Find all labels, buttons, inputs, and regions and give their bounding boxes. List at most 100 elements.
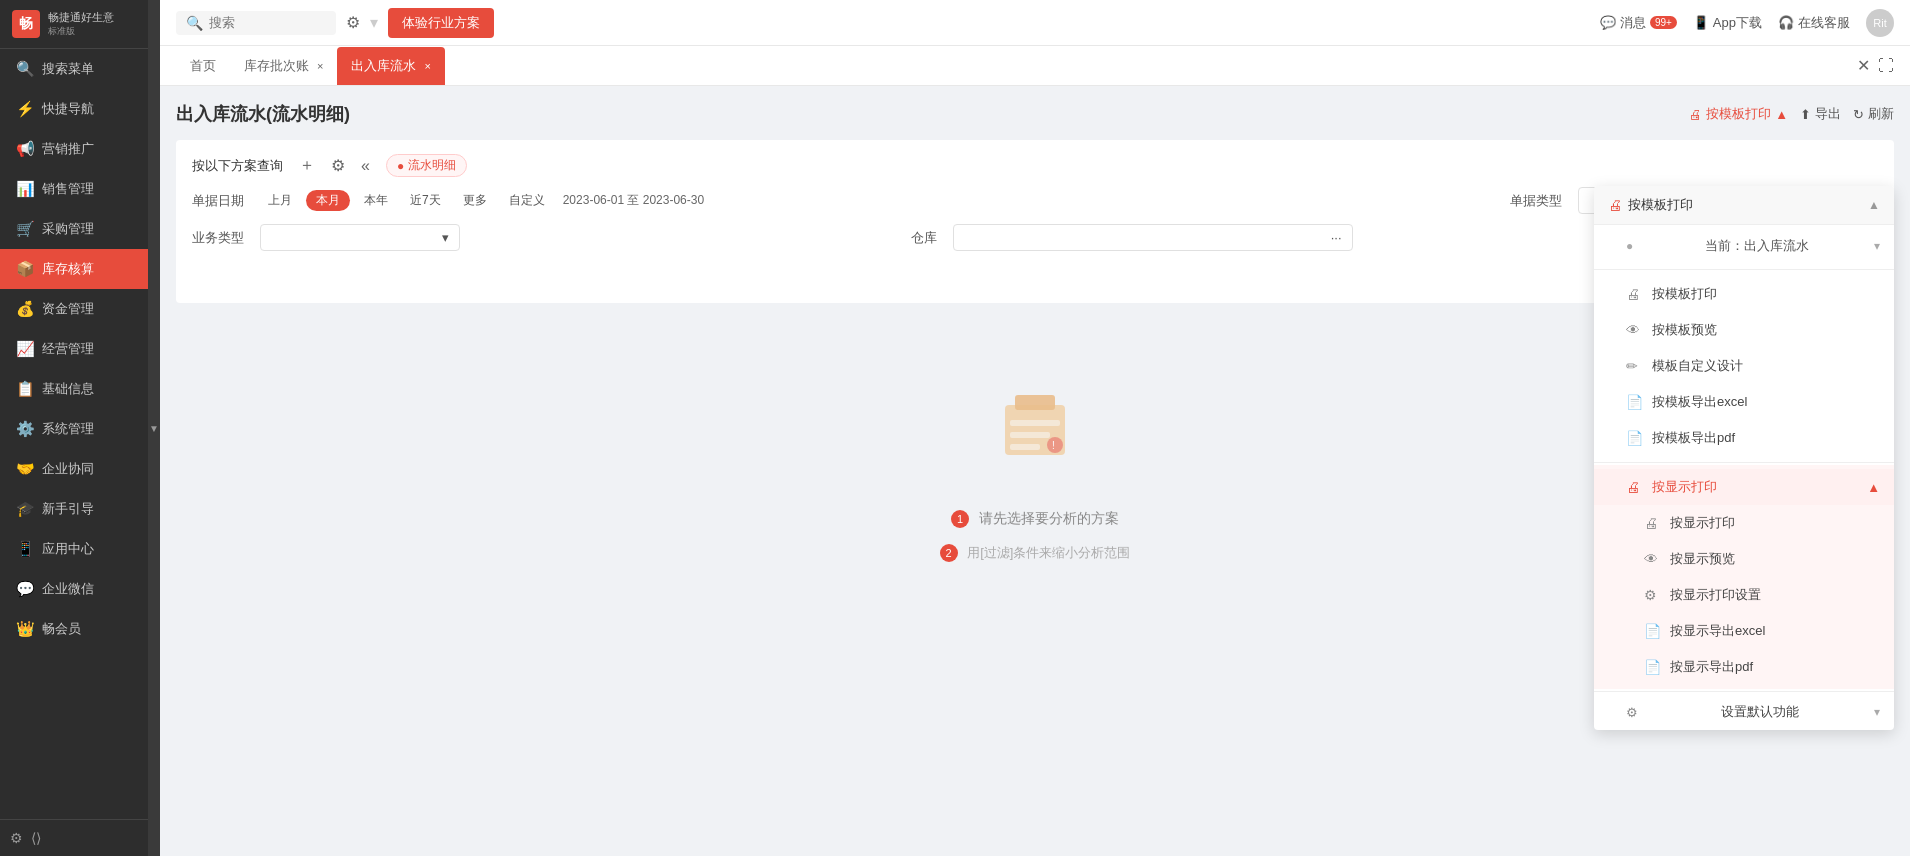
sidebar-item-app-center[interactable]: 📱 应用中心 xyxy=(0,529,148,569)
sidebar-item-finance[interactable]: 💰 资金管理 xyxy=(0,289,148,329)
export-btn[interactable]: ⬆ 导出 xyxy=(1800,105,1841,123)
close-tab-btn[interactable]: ✕ xyxy=(1857,56,1870,75)
warehouse-select[interactable]: ··· xyxy=(953,224,1353,251)
dropdown-settings-default[interactable]: ⚙ 设置默认功能 ▾ xyxy=(1594,694,1894,730)
svg-rect-2 xyxy=(1010,420,1060,426)
sidebar-item-search[interactable]: 🔍 搜索菜单 xyxy=(0,49,148,89)
message-btn[interactable]: 💬 消息 99+ xyxy=(1600,14,1677,32)
sidebar-item-base-info[interactable]: 📋 基础信息 xyxy=(0,369,148,409)
display-pdf-icon: 📄 xyxy=(1644,659,1662,675)
customer-service-btn[interactable]: 🎧 在线客服 xyxy=(1778,14,1850,32)
gear-icon: ⚙️ xyxy=(16,420,34,438)
date-option-more[interactable]: 更多 xyxy=(455,190,495,211)
sidebar-item-member[interactable]: 👑 畅会员 xyxy=(0,609,148,649)
tab-close-flow[interactable]: × xyxy=(424,60,430,72)
crown-icon: 👑 xyxy=(16,620,34,638)
date-option-7days[interactable]: 近7天 xyxy=(402,190,449,211)
date-options: 上月 本月 本年 近7天 更多 自定义 2023-06-01 至 2023-06… xyxy=(260,190,704,211)
more-icon: ··· xyxy=(1331,230,1342,245)
filter-tag-icon: ● xyxy=(397,159,404,173)
dropdown-arrows: ▲ xyxy=(1868,198,1880,212)
printer-icon: 🖨 xyxy=(1689,107,1702,122)
dropdown-sub-display-preview[interactable]: 👁 按显示预览 xyxy=(1594,541,1894,577)
dropdown-sub-display-pdf[interactable]: 📄 按显示导出pdf xyxy=(1594,649,1894,685)
dropdown-header: 🖨 按模板打印 ▲ xyxy=(1594,186,1894,225)
sidebar-item-weixin[interactable]: 💬 企业微信 xyxy=(0,569,148,609)
dropdown-sub-display-settings[interactable]: ⚙ 按显示打印设置 xyxy=(1594,577,1894,613)
app-download-btn[interactable]: 📱 App下载 xyxy=(1693,14,1762,32)
pdf-item-icon: 📄 xyxy=(1626,430,1644,446)
sidebar-item-purchase[interactable]: 🛒 采购管理 xyxy=(0,209,148,249)
tab-right-actions: ✕ ⛶ xyxy=(1857,56,1894,75)
biz-type-select[interactable]: ▾ xyxy=(260,224,460,251)
sidebar-item-sales[interactable]: 📊 销售管理 xyxy=(0,169,148,209)
trending-icon: 📈 xyxy=(16,340,34,358)
filter-tag: ● 流水明细 xyxy=(386,154,467,177)
dropdown-current-item[interactable]: ● 当前：出入库流水 ▾ xyxy=(1594,229,1894,263)
dropdown-item-template-pdf[interactable]: 📄 按模板导出pdf xyxy=(1594,420,1894,456)
tab-flow[interactable]: 出入库流水 × xyxy=(337,47,444,85)
svg-rect-4 xyxy=(1010,444,1040,450)
empty-step-1: 1 请先选择要分析的方案 xyxy=(951,510,1119,528)
empty-step-2: 2 用[过滤]条件来缩小分析范围 xyxy=(940,544,1131,562)
tab-batch[interactable]: 库存批次账 × xyxy=(230,47,337,85)
svg-rect-3 xyxy=(1010,432,1050,438)
filter-settings-icon[interactable]: ⚙ xyxy=(331,156,345,175)
sidebar-item-inventory[interactable]: 📦 库存核算 xyxy=(0,249,148,289)
settings-bottom-icon[interactable]: ⚙ xyxy=(10,830,23,846)
current-label-icon: ● xyxy=(1626,239,1633,253)
add-filter-icon[interactable]: ＋ xyxy=(299,155,315,176)
sidebar-logo: 畅 畅捷通好生意 标准版 xyxy=(0,0,148,49)
search-icon: 🔍 xyxy=(186,15,203,31)
sidebar-bottom: ⚙ ⟨⟩ xyxy=(0,819,148,856)
dropdown-item-display-print-section[interactable]: 🖨 按显示打印 ▲ xyxy=(1594,469,1894,505)
filter-collapse-icon[interactable]: « xyxy=(361,157,370,175)
service-icon: 🎧 xyxy=(1778,15,1794,30)
settings-icon[interactable]: ⚙ xyxy=(346,13,360,32)
expand-tab-btn[interactable]: ⛶ xyxy=(1878,57,1894,75)
message-icon: 💬 xyxy=(1600,15,1616,30)
printer-item-icon: 🖨 xyxy=(1626,286,1644,302)
dropdown-arrow-up[interactable]: ▲ xyxy=(1868,198,1880,212)
sidebar-nav: 🔍 搜索菜单 ⚡ 快捷导航 📢 营销推广 📊 销售管理 🛒 采购管理 📦 库存核… xyxy=(0,49,148,819)
sidebar-item-cooperation[interactable]: 🤝 企业协同 xyxy=(0,449,148,489)
user-avatar[interactable]: Rit xyxy=(1866,9,1894,37)
date-option-last-month[interactable]: 上月 xyxy=(260,190,300,211)
refresh-btn[interactable]: ↻ 刷新 xyxy=(1853,105,1894,123)
sidebar-item-guide[interactable]: 🎓 新手引导 xyxy=(0,489,148,529)
dropdown-item-template-print[interactable]: 🖨 按模板打印 xyxy=(1594,276,1894,312)
sidebar-scroll-button[interactable]: ▼ xyxy=(148,0,160,856)
print-header-icon: 🖨 xyxy=(1608,197,1622,213)
tab-bar: 首页 库存批次账 × 出入库流水 × ✕ ⛶ xyxy=(160,46,1910,86)
tab-home[interactable]: 首页 xyxy=(176,47,230,85)
dropdown-item-template-custom[interactable]: ✏ 模板自定义设计 xyxy=(1594,348,1894,384)
divider-1 xyxy=(1594,269,1894,270)
print-btn[interactable]: 🖨 按模板打印 ▲ xyxy=(1689,105,1788,123)
sidebar-item-system[interactable]: ⚙️ 系统管理 xyxy=(0,409,148,449)
lightning-icon: ⚡ xyxy=(16,100,34,118)
sidebar-item-operations[interactable]: 📈 经营管理 xyxy=(0,329,148,369)
search-box[interactable]: 🔍 xyxy=(176,11,336,35)
trial-btn[interactable]: 体验行业方案 xyxy=(388,8,494,38)
date-option-custom[interactable]: 自定义 xyxy=(501,190,553,211)
date-option-this-year[interactable]: 本年 xyxy=(356,190,396,211)
download-icon: 📱 xyxy=(1693,15,1709,30)
display-print-section-icon: 🖨 xyxy=(1626,479,1644,495)
refresh-icon: ↻ xyxy=(1853,107,1864,122)
clipboard-icon: 📋 xyxy=(16,380,34,398)
sidebar-item-marketing[interactable]: 📢 营销推广 xyxy=(0,129,148,169)
chevron-down-icon-2: ▾ xyxy=(442,230,449,245)
header-left: 🔍 ⚙ ▾ 体验行业方案 xyxy=(176,8,494,38)
sidebar-item-quick-nav[interactable]: ⚡ 快捷导航 xyxy=(0,89,148,129)
divider-3 xyxy=(1594,691,1894,692)
tab-close-batch[interactable]: × xyxy=(317,60,323,72)
svg-rect-1 xyxy=(1015,395,1055,410)
search-input[interactable] xyxy=(209,15,309,30)
date-option-this-month[interactable]: 本月 xyxy=(306,190,350,211)
dropdown-item-template-excel[interactable]: 📄 按模板导出excel xyxy=(1594,384,1894,420)
collapse-sidebar-icon[interactable]: ⟨⟩ xyxy=(31,830,41,846)
display-section: 🖨 按显示打印 ▲ 🖨 按显示打印 👁 按显示预览 ⚙ 按显示打印设置 xyxy=(1594,465,1894,689)
dropdown-sub-display-print[interactable]: 🖨 按显示打印 xyxy=(1594,505,1894,541)
dropdown-sub-display-excel[interactable]: 📄 按显示导出excel xyxy=(1594,613,1894,649)
dropdown-item-template-preview[interactable]: 👁 按模板预览 xyxy=(1594,312,1894,348)
